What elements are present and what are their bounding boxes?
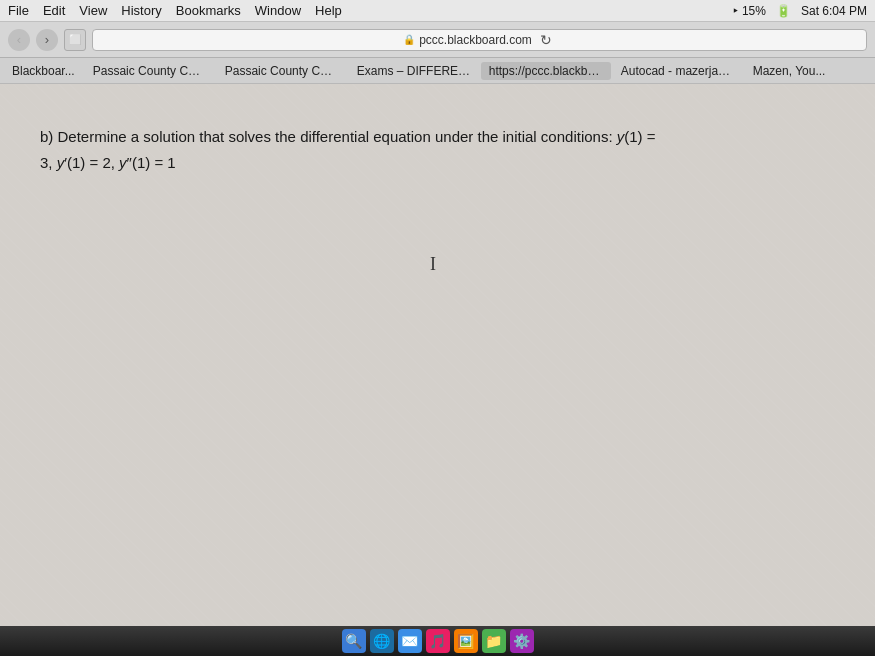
menu-bar-left: File Edit View History Bookmarks Window … — [8, 3, 342, 18]
address-text: pccc.blackboard.com — [419, 33, 532, 47]
dock-icon-mail[interactable]: ✉️ — [398, 629, 422, 653]
bookmark-1[interactable]: Passaic County Commu... — [85, 62, 215, 80]
dock-icon-music[interactable]: 🎵 — [426, 629, 450, 653]
forward-icon: › — [45, 32, 49, 47]
tab-icon: ⬜ — [69, 34, 81, 45]
clock: Sat 6:04 PM — [801, 4, 867, 18]
dock-icon-photos[interactable]: 🖼️ — [454, 629, 478, 653]
bookmark-0[interactable]: Blackboar... — [4, 62, 83, 80]
text-cursor: I — [430, 254, 436, 275]
menu-bar: File Edit View History Bookmarks Window … — [0, 0, 875, 22]
problem-b-line2: 3, y′(1) = 2, y″(1) = 1 — [40, 150, 820, 176]
menu-file[interactable]: File — [8, 3, 29, 18]
bookmark-3[interactable]: Exams – DIFFERENTIAL... — [349, 62, 479, 80]
bookmark-4[interactable]: https://pccc.blackboard... — [481, 62, 611, 80]
dock-icon-app2[interactable]: ⚙️ — [510, 629, 534, 653]
back-button[interactable]: ‹ — [8, 29, 30, 51]
dock: 🔍 🌐 ✉️ 🎵 🖼️ 📁 ⚙️ — [0, 626, 875, 656]
bookmarks-bar: Blackboar... Passaic County Commu... Pas… — [0, 58, 875, 84]
browser-toolbar: ‹ › ⬜ 🔒 pccc.blackboard.com ↻ — [0, 22, 875, 58]
menu-window[interactable]: Window — [255, 3, 301, 18]
forward-button[interactable]: › — [36, 29, 58, 51]
math-problem: b) Determine a solution that solves the … — [40, 124, 820, 175]
menu-edit[interactable]: Edit — [43, 3, 65, 18]
bookmark-6[interactable]: Mazen, You... — [745, 62, 834, 80]
menu-view[interactable]: View — [79, 3, 107, 18]
menu-history[interactable]: History — [121, 3, 161, 18]
dock-icon-app1[interactable]: 📁 — [482, 629, 506, 653]
page-content: b) Determine a solution that solves the … — [0, 84, 875, 626]
dock-icon-safari[interactable]: 🌐 — [370, 629, 394, 653]
dock-icon-finder[interactable]: 🔍 — [342, 629, 366, 653]
battery-icon: 🔋 — [776, 4, 791, 18]
address-bar[interactable]: 🔒 pccc.blackboard.com ↻ — [92, 29, 867, 51]
menu-bar-right: ‣ 15% 🔋 Sat 6:04 PM — [732, 4, 867, 18]
bookmark-2[interactable]: Passaic County Commu... — [217, 62, 347, 80]
reload-button[interactable]: ↻ — [536, 30, 556, 50]
lock-icon: 🔒 — [403, 34, 415, 45]
back-icon: ‹ — [17, 32, 21, 47]
menu-bookmarks[interactable]: Bookmarks — [176, 3, 241, 18]
tab-switcher-button[interactable]: ⬜ — [64, 29, 86, 51]
menu-help[interactable]: Help — [315, 3, 342, 18]
problem-b-line1: b) Determine a solution that solves the … — [40, 124, 820, 150]
wifi-status: ‣ 15% — [732, 4, 766, 18]
bookmark-5[interactable]: Autocad - mazerjabbar... — [613, 62, 743, 80]
